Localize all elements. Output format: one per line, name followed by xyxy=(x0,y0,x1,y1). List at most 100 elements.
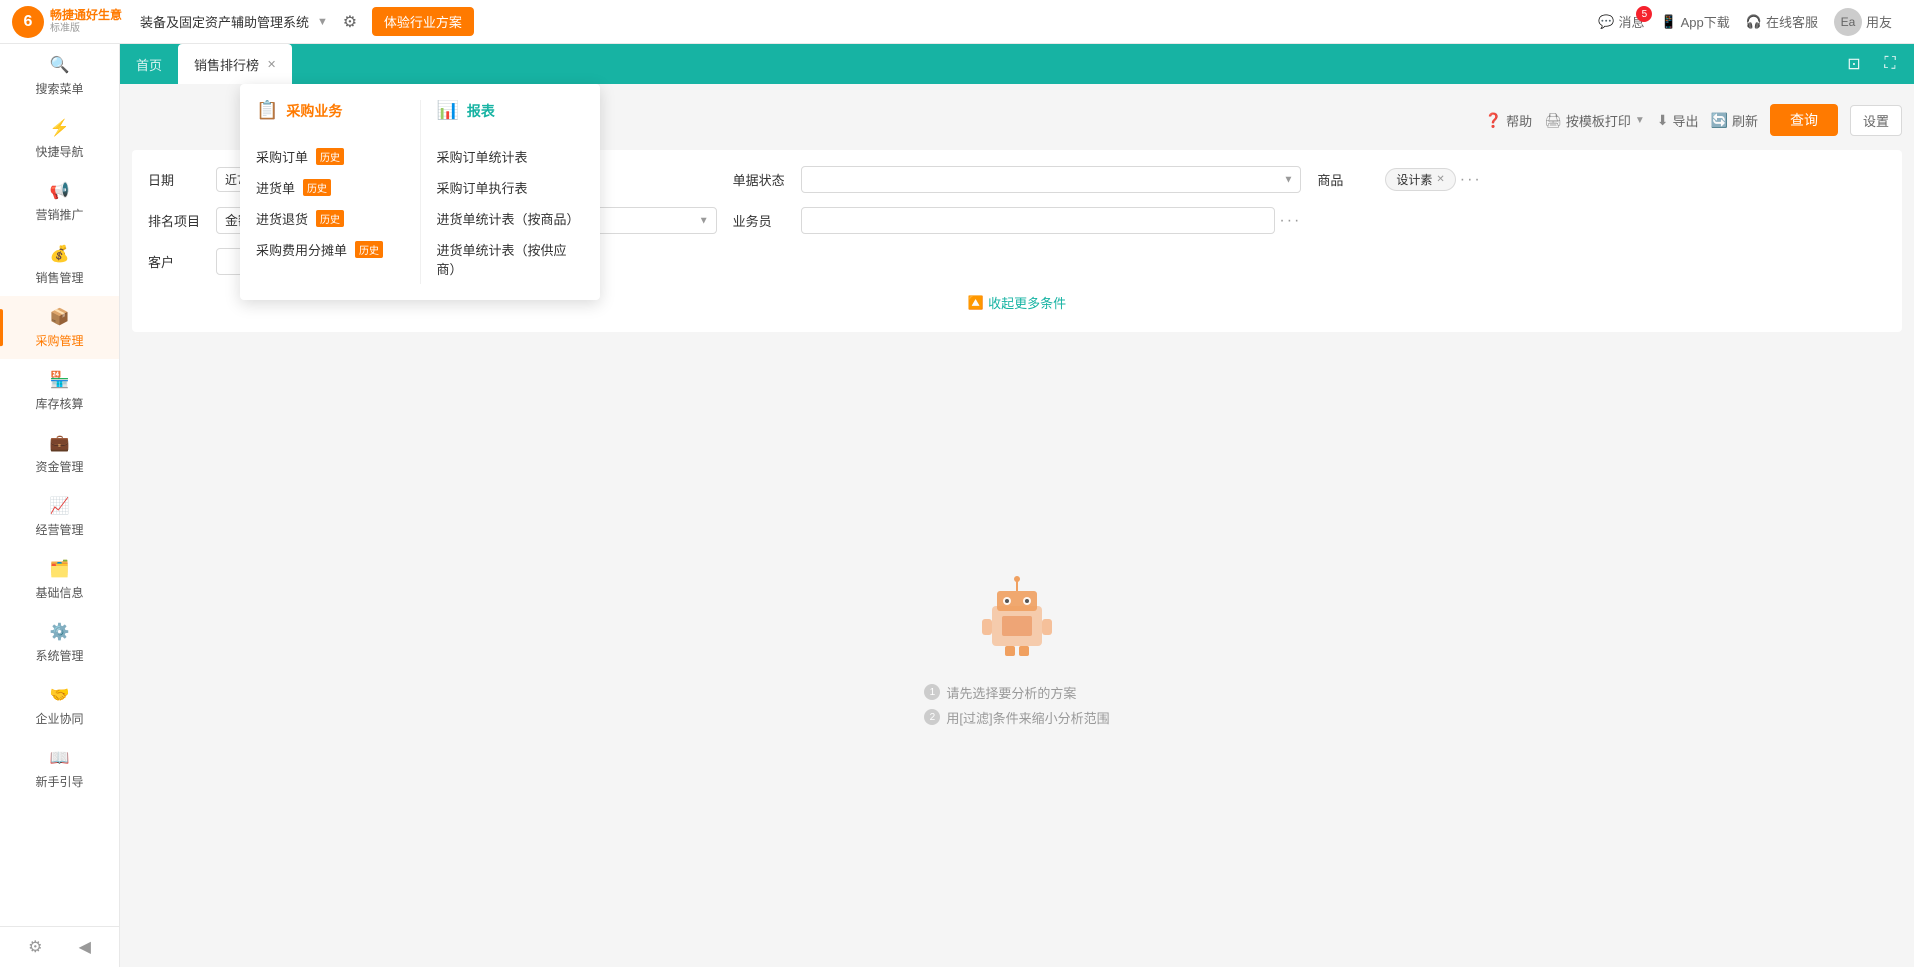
goods-tag-close[interactable]: ✕ xyxy=(1436,174,1444,185)
help-icon: ❓ xyxy=(1485,112,1502,129)
header-center: 装备及固定资产辅助管理系统 ▼ ⚙ 体验行业方案 xyxy=(130,7,1598,36)
sidebar: 🔍 搜索菜单 ⚡ 快捷导航 📢 营销推广 💰 销售管理 📦 采购管理 🏪 库存核… xyxy=(0,44,120,967)
purchase-icon: 📦 xyxy=(49,306,71,328)
rank-item-label: 排名项目 xyxy=(148,211,208,230)
inventory-icon: 🏪 xyxy=(49,369,71,391)
report-section-title: 📊 报表 xyxy=(437,100,585,129)
system-icon: ⚙️ xyxy=(49,621,71,643)
query-button[interactable]: 查询 xyxy=(1770,104,1838,136)
sidebar-item-sales[interactable]: 💰 销售管理 xyxy=(0,233,119,296)
export-icon: ⬇ xyxy=(1657,112,1669,129)
history-badge-3: 历史 xyxy=(355,241,383,258)
filter-goods: 商品 设计素 ✕ ··· xyxy=(1317,168,1886,191)
menu-item-inbound-stats-goods[interactable]: 进货单统计表（按商品） xyxy=(437,203,585,234)
sidebar-bottom: ⚙ ◀ xyxy=(0,926,119,967)
finance-icon: 💼 xyxy=(49,432,71,454)
help-action[interactable]: ❓ 帮助 xyxy=(1485,111,1532,130)
online-service-action[interactable]: 🎧 在线客服 xyxy=(1746,12,1818,31)
purchase-section-icon: 📋 xyxy=(256,100,278,121)
user-action[interactable]: Ea 用友 xyxy=(1834,8,1892,36)
tab-sales-rank[interactable]: 销售排行榜 ✕ xyxy=(178,44,292,84)
system-dropdown-arrow[interactable]: ▼ xyxy=(317,16,328,28)
voucher-status-control xyxy=(801,166,1302,193)
menu-item-order-stats[interactable]: 采购订单统计表 xyxy=(437,141,585,172)
salesperson-label: 业务员 xyxy=(733,211,793,230)
tabs-bar: 首页 销售排行榜 ✕ ⊡ ⛶ xyxy=(120,44,1914,84)
menu-item-inbound[interactable]: 进货单 历史 xyxy=(256,172,404,203)
settings-bottom-icon[interactable]: ⚙ xyxy=(28,937,42,957)
goods-more-icon[interactable]: ··· xyxy=(1460,171,1482,189)
filter-salesperson: 业务员 ··· xyxy=(733,207,1302,234)
system-settings-icon[interactable]: ⚙ xyxy=(336,8,364,36)
collapse-button[interactable]: 🔼 收起更多条件 xyxy=(968,289,1066,316)
menu-item-inbound-stats-supplier[interactable]: 进货单统计表（按供应商） xyxy=(437,234,585,284)
message-action[interactable]: 💬 消息 5 xyxy=(1598,12,1644,31)
print-dropdown-icon[interactable]: ▼ xyxy=(1635,115,1645,126)
menu-item-inbound-return[interactable]: 进货退货 历史 xyxy=(256,203,404,234)
purchase-section-title: 📋 采购业务 xyxy=(256,100,404,129)
sidebar-item-search[interactable]: 🔍 搜索菜单 xyxy=(0,44,119,107)
report-section-icon: 📊 xyxy=(437,100,459,121)
purchase-menu-column: 📋 采购业务 采购订单 历史 进货单 历史 进货退货 历史 采购费用分摊单 xyxy=(240,100,420,284)
history-badge-0: 历史 xyxy=(316,148,344,165)
basic-icon: 🗂️ xyxy=(49,558,71,580)
header-right: 💬 消息 5 📱 App下载 🎧 在线客服 Ea 用友 xyxy=(1598,8,1902,36)
sidebar-item-basic[interactable]: 🗂️ 基础信息 xyxy=(0,548,119,611)
menu-item-order-exec[interactable]: 采购订单执行表 xyxy=(437,172,585,203)
refresh-action[interactable]: 🔄 刷新 xyxy=(1711,111,1758,130)
top-header: 6 畅捷通好生意 标准版 装备及固定资产辅助管理系统 ▼ ⚙ 体验行业方案 💬 … xyxy=(0,0,1914,44)
filter-voucher-status: 单据状态 xyxy=(733,166,1302,193)
salesperson-more-icon[interactable]: ··· xyxy=(1279,212,1301,230)
sidebar-item-guide[interactable]: 📖 新手引导 xyxy=(0,737,119,800)
logo-icon: 6 xyxy=(12,6,44,38)
logo-text: 畅捷通好生意 标准版 xyxy=(50,8,122,34)
tab-window-icon[interactable]: ⊡ xyxy=(1840,50,1868,78)
voucher-status-label: 单据状态 xyxy=(733,170,793,189)
sidebar-item-finance[interactable]: 💼 资金管理 xyxy=(0,422,119,485)
collapse-up-icon: 🔼 xyxy=(968,295,984,311)
sales-icon: 💰 xyxy=(49,243,71,265)
history-badge-1: 历史 xyxy=(303,179,331,196)
sidebar-item-operation[interactable]: 📈 经营管理 xyxy=(0,485,119,548)
sidebar-item-system[interactable]: ⚙️ 系统管理 xyxy=(0,611,119,674)
voucher-status-select[interactable] xyxy=(801,166,1302,193)
export-action[interactable]: ⬇ 导出 xyxy=(1657,111,1699,130)
report-menu-column: 📊 报表 采购订单统计表 采购订单执行表 进货单统计表（按商品） 进货单统计表（… xyxy=(420,100,601,284)
settings-button[interactable]: 设置 xyxy=(1850,105,1902,136)
sidebar-item-cooperation[interactable]: 🤝 企业协同 xyxy=(0,674,119,737)
empty-tip-2: 2 用[过滤]条件来缩小分析范围 xyxy=(924,708,1109,727)
guide-icon: 📖 xyxy=(49,747,71,769)
tabs-bar-right: ⊡ ⛶ xyxy=(1840,50,1914,78)
goods-label: 商品 xyxy=(1317,170,1377,189)
salesperson-control: ··· xyxy=(801,207,1302,234)
phone-icon: 📱 xyxy=(1660,14,1676,30)
date-label: 日期 xyxy=(148,170,208,189)
print-action[interactable]: 🖨 按模板打印 ▼ xyxy=(1544,111,1645,130)
system-name: 装备及固定资产辅助管理系统 xyxy=(140,12,309,31)
sidebar-item-inventory[interactable]: 🏪 库存核算 xyxy=(0,359,119,422)
sidebar-item-purchase[interactable]: 📦 采购管理 xyxy=(0,296,119,359)
salesperson-input[interactable] xyxy=(801,207,1276,234)
tab-home[interactable]: 首页 xyxy=(120,44,178,84)
cooperation-icon: 🤝 xyxy=(49,684,71,706)
collapse-sidebar-icon[interactable]: ◀ xyxy=(79,937,91,957)
menu-item-purchase-expense[interactable]: 采购费用分摊单 历史 xyxy=(256,234,404,265)
goods-tag[interactable]: 设计素 ✕ xyxy=(1385,168,1455,191)
search-icon: 🔍 xyxy=(49,54,71,76)
headset-icon: 🎧 xyxy=(1746,14,1762,30)
tab-close-icon[interactable]: ✕ xyxy=(267,58,276,71)
goods-control: 设计素 ✕ ··· xyxy=(1385,168,1886,191)
app-download-action[interactable]: 📱 App下载 xyxy=(1660,12,1729,31)
sidebar-item-marketing[interactable]: 📢 营销推广 xyxy=(0,170,119,233)
sidebar-item-quick[interactable]: ⚡ 快捷导航 xyxy=(0,107,119,170)
operation-icon: 📈 xyxy=(49,495,71,517)
avatar: Ea xyxy=(1834,8,1862,36)
industry-button[interactable]: 体验行业方案 xyxy=(372,7,474,36)
customer-label: 客户 xyxy=(148,252,208,271)
tab-expand-icon[interactable]: ⛶ xyxy=(1876,50,1904,78)
message-icon: 💬 xyxy=(1598,14,1614,30)
marketing-icon: 📢 xyxy=(49,180,71,202)
empty-tip-1: 1 请先选择要分析的方案 xyxy=(924,683,1109,702)
menu-item-purchase-order[interactable]: 采购订单 历史 xyxy=(256,141,404,172)
empty-tips: 1 请先选择要分析的方案 2 用[过滤]条件来缩小分析范围 xyxy=(924,683,1109,727)
